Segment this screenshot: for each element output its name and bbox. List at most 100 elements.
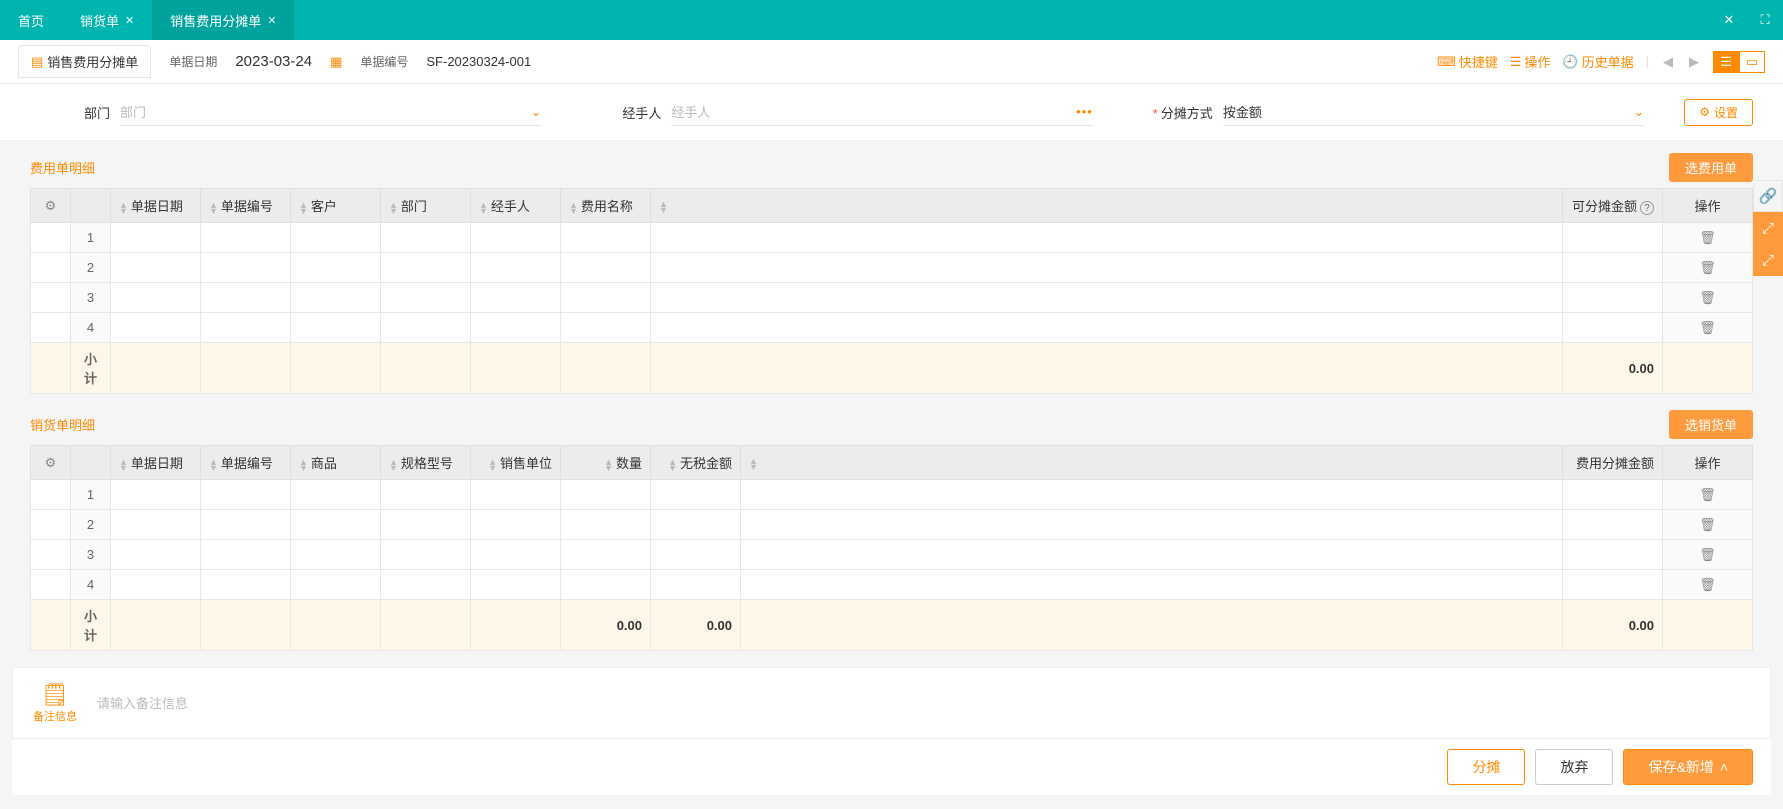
footer-actions: 分摊 放弃 保存&新增 ˄ bbox=[12, 738, 1771, 795]
tab-label: 销售费用分摊单 bbox=[170, 11, 261, 30]
method-select[interactable]: 按金额 ⌄ bbox=[1223, 98, 1644, 126]
col-gear[interactable]: ⚙ bbox=[31, 446, 71, 480]
gear-icon: ⚙ bbox=[45, 198, 57, 213]
table-row[interactable]: 1🗑 bbox=[31, 223, 1753, 253]
col-goods[interactable]: ▲▼商品 bbox=[291, 446, 381, 480]
more-icon: ••• bbox=[1076, 104, 1093, 119]
col-fee-name[interactable]: ▲▼费用名称 bbox=[561, 189, 651, 223]
tab-sales-order[interactable]: 销货单 ✕ bbox=[62, 0, 152, 40]
calendar-icon[interactable]: ▦ bbox=[330, 54, 342, 70]
delete-icon[interactable]: 🗑 bbox=[1699, 320, 1716, 335]
history-link[interactable]: 🕘历史单据 bbox=[1562, 52, 1633, 71]
remark-panel: 🗒 备注信息 bbox=[12, 667, 1771, 739]
col-spacer[interactable]: ▲▼ bbox=[651, 189, 1563, 223]
rownum: 2 bbox=[71, 510, 111, 540]
col-spec[interactable]: ▲▼规格型号 bbox=[381, 446, 471, 480]
expand2-icon[interactable]: ⤢ bbox=[1753, 244, 1783, 276]
col-docno[interactable]: ▲▼单据编号 bbox=[201, 189, 291, 223]
field-department: 部门 部门 ⌄ bbox=[30, 98, 541, 126]
delete-icon[interactable]: 🗑 bbox=[1699, 260, 1716, 275]
method-label: 分摊方式 bbox=[1133, 103, 1213, 122]
nav-prev-icon[interactable]: ◀ bbox=[1661, 54, 1675, 70]
close-icon[interactable]: ✕ bbox=[125, 14, 134, 27]
table-row[interactable]: 2🗑 bbox=[31, 510, 1753, 540]
col-docno[interactable]: ▲▼单据编号 bbox=[201, 446, 291, 480]
select-sales-button[interactable]: 选销货单 bbox=[1669, 410, 1753, 439]
select-fee-button[interactable]: 选费用单 bbox=[1669, 153, 1753, 182]
col-handler[interactable]: ▲▼经手人 bbox=[471, 189, 561, 223]
dept-select[interactable]: 部门 ⌄ bbox=[120, 98, 541, 126]
subtotal-amount: 0.00 bbox=[1563, 343, 1663, 394]
doc-type-tab[interactable]: ▤ 销售费用分摊单 bbox=[18, 45, 151, 78]
settings-button[interactable]: ⚙ 设置 bbox=[1684, 99, 1753, 126]
col-alloc[interactable]: 费用分摊金额 bbox=[1563, 446, 1663, 480]
view-grid-icon[interactable]: ▭ bbox=[1739, 51, 1765, 73]
window-fullscreen-icon[interactable]: ⛶ bbox=[1747, 0, 1783, 40]
table-row[interactable]: 1🗑 bbox=[31, 480, 1753, 510]
handler-select[interactable]: 经手人 ••• bbox=[671, 98, 1092, 126]
delete-icon[interactable]: 🗑 bbox=[1699, 487, 1716, 502]
save-new-button[interactable]: 保存&新增 ˄ bbox=[1623, 749, 1753, 785]
note-icon: 🗒 bbox=[33, 682, 77, 708]
chevron-down-icon: ⌄ bbox=[531, 104, 542, 120]
table-row[interactable]: 2🗑 bbox=[31, 253, 1753, 283]
sort-icon: ▲▼ bbox=[209, 459, 218, 471]
tab-home[interactable]: 首页 bbox=[0, 0, 62, 40]
view-list-icon[interactable]: ☰ bbox=[1713, 51, 1739, 73]
col-gear[interactable]: ⚙ bbox=[31, 189, 71, 223]
subtotal-row: 小计0.000.000.00 bbox=[31, 600, 1753, 651]
app-tabbar: 首页 销货单 ✕ 销售费用分摊单 ✕ ✕ ⛶ bbox=[0, 0, 1783, 40]
tab-sales-fee-alloc[interactable]: 销售费用分摊单 ✕ bbox=[152, 0, 294, 40]
ops-link[interactable]: ☰操作 bbox=[1510, 52, 1551, 71]
delete-icon[interactable]: 🗑 bbox=[1699, 230, 1716, 245]
col-qty[interactable]: ▲▼数量 bbox=[561, 446, 651, 480]
col-dept[interactable]: ▲▼部门 bbox=[381, 189, 471, 223]
col-notax[interactable]: ▲▼无税金额 bbox=[651, 446, 741, 480]
date-value[interactable]: 2023-03-24 bbox=[235, 53, 312, 70]
shortcut-link[interactable]: ⌨快捷键 bbox=[1437, 52, 1498, 71]
col-action: 操作 bbox=[1663, 446, 1753, 480]
field-alloc-method: 分摊方式 按金额 ⌄ bbox=[1133, 98, 1644, 126]
rownum: 4 bbox=[71, 313, 111, 343]
tab-label: 销货单 bbox=[80, 11, 119, 30]
table-row[interactable]: 3🗑 bbox=[31, 540, 1753, 570]
close-icon[interactable]: ✕ bbox=[267, 14, 276, 27]
table-row[interactable]: 4🗑 bbox=[31, 313, 1753, 343]
history-icon: 🕘 bbox=[1562, 54, 1578, 70]
doc-type-label: 销售费用分摊单 bbox=[47, 52, 138, 71]
delete-icon[interactable]: 🗑 bbox=[1699, 290, 1716, 305]
rownum: 1 bbox=[71, 223, 111, 253]
sort-icon: ▲▼ bbox=[749, 458, 758, 470]
discard-button[interactable]: 放弃 bbox=[1535, 749, 1613, 785]
date-label: 单据日期 bbox=[169, 53, 217, 70]
rownum: 3 bbox=[71, 283, 111, 313]
col-alloc-amount[interactable]: 可分摊金额? bbox=[1563, 189, 1663, 223]
col-customer[interactable]: ▲▼客户 bbox=[291, 189, 381, 223]
table-row[interactable]: 3🗑 bbox=[31, 283, 1753, 313]
col-unit[interactable]: ▲▼销售单位 bbox=[471, 446, 561, 480]
delete-icon[interactable]: 🗑 bbox=[1699, 577, 1716, 592]
remark-icon: 🗒 备注信息 bbox=[33, 682, 77, 724]
col-date[interactable]: ▲▼单据日期 bbox=[111, 446, 201, 480]
dept-placeholder: 部门 bbox=[120, 102, 146, 121]
window-close-icon[interactable]: ✕ bbox=[1711, 0, 1747, 40]
remark-input[interactable] bbox=[97, 690, 1750, 717]
expand-icon[interactable]: ⤢ bbox=[1753, 212, 1783, 244]
attachment-icon[interactable]: 🔗 bbox=[1753, 180, 1783, 212]
delete-icon[interactable]: 🗑 bbox=[1699, 517, 1716, 532]
list-icon: ☰ bbox=[1510, 54, 1522, 70]
col-date[interactable]: ▲▼单据日期 bbox=[111, 189, 201, 223]
side-rail: 🔗 ⤢ ⤢ bbox=[1753, 180, 1783, 276]
help-icon[interactable]: ? bbox=[1640, 201, 1654, 215]
delete-icon[interactable]: 🗑 bbox=[1699, 547, 1716, 562]
col-spacer[interactable]: ▲▼ bbox=[741, 446, 1563, 480]
qty-total: 0.00 bbox=[561, 600, 651, 651]
allocate-button[interactable]: 分摊 bbox=[1447, 749, 1525, 785]
sort-icon: ▲▼ bbox=[299, 459, 308, 471]
rownum: 1 bbox=[71, 480, 111, 510]
chevron-up-icon: ˄ bbox=[1720, 759, 1728, 775]
nav-next-icon[interactable]: ▶ bbox=[1687, 54, 1701, 70]
dept-label: 部门 bbox=[30, 103, 110, 122]
rownum: 2 bbox=[71, 253, 111, 283]
table-row[interactable]: 4🗑 bbox=[31, 570, 1753, 600]
